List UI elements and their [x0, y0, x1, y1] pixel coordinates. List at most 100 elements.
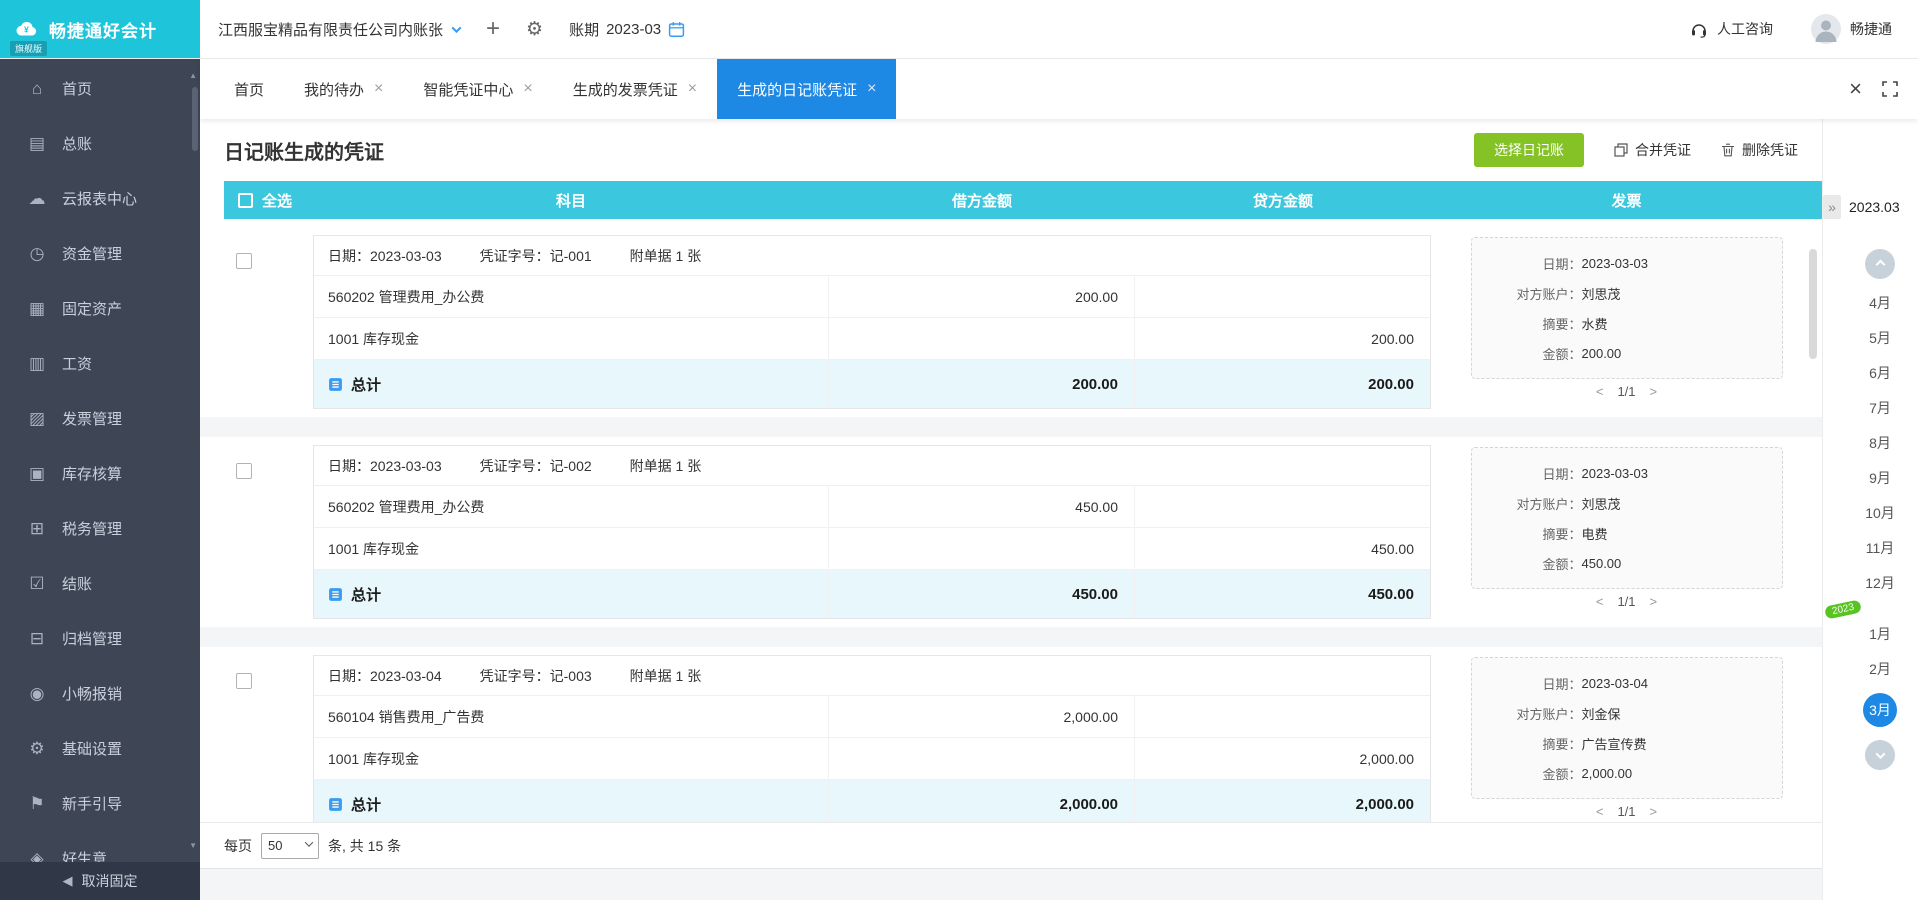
pager-next-icon[interactable]: >: [1650, 384, 1658, 399]
voucher-date: 2023-03-03: [370, 458, 442, 474]
invoice-pager: < 1/1 >: [1596, 594, 1657, 609]
sidebar-scroll-down-icon[interactable]: ▼: [189, 841, 197, 850]
month-item-10[interactable]: 10月: [1865, 502, 1895, 524]
voucher-line: 1001 库存现金 450.00: [314, 528, 1430, 570]
sidebar-item-basic-settings[interactable]: ⚙基础设置: [0, 721, 200, 776]
close-tab-icon[interactable]: ×: [688, 81, 697, 97]
merge-voucher-button[interactable]: 合并凭证: [1614, 140, 1691, 160]
tab-generated-journal-vouchers[interactable]: 生成的日记账凭证×: [717, 59, 896, 119]
add-account-button[interactable]: +: [486, 17, 500, 41]
month-item-11[interactable]: 11月: [1866, 537, 1895, 559]
column-invoice: 发票: [1431, 190, 1822, 211]
invoice-column: 日期：2023-03-03 对方账户：刘思茂 摘要：电费 金额：450.00 <…: [1431, 445, 1822, 609]
pager-prev-icon[interactable]: <: [1596, 594, 1604, 609]
strip-expand-icon[interactable]: »: [1823, 195, 1841, 219]
close-tab-icon[interactable]: ×: [374, 81, 383, 97]
close-tab-icon[interactable]: ×: [867, 81, 876, 97]
voucher-line: 1001 库存现金 2,000.00: [314, 738, 1430, 780]
months-scroll-up-button[interactable]: [1865, 249, 1895, 279]
username[interactable]: 畅捷通: [1850, 19, 1892, 39]
month-item-5[interactable]: 5月: [1869, 327, 1891, 349]
total-debit: 200.00: [828, 360, 1134, 408]
pager-prev-icon[interactable]: <: [1596, 804, 1604, 819]
sidebar-item-payroll[interactable]: ▥工资: [0, 336, 200, 391]
select-all-checkbox[interactable]: [238, 193, 253, 208]
month-item-9[interactable]: 9月: [1869, 467, 1891, 489]
content-scrollbar[interactable]: [1809, 249, 1817, 359]
gear-icon[interactable]: ⚙: [526, 18, 543, 41]
voucher-attachments: 附单据 1 张: [630, 456, 702, 476]
sidebar-item-tax-management[interactable]: ⊞税务管理: [0, 501, 200, 556]
month-item-7[interactable]: 7月: [1869, 397, 1891, 419]
close-all-tabs-icon[interactable]: ×: [1849, 78, 1862, 100]
sidebar-item-cloud-report-center[interactable]: ☁云报表中心: [0, 171, 200, 226]
accounting-period: 账期 2023-03: [569, 19, 685, 40]
sidebar-item-home[interactable]: ⌂首页: [0, 61, 200, 116]
credit-amount: 200.00: [1134, 318, 1430, 359]
tab-smart-voucher-center[interactable]: 智能凭证中心×: [403, 59, 552, 119]
voucher-group-3: 日期：2023-03-04 凭证字号：记-003 附单据 1 张 560104 …: [200, 647, 1822, 822]
calendar-icon[interactable]: [668, 21, 685, 38]
voucher-checkbox[interactable]: [236, 253, 252, 269]
pager-next-icon[interactable]: >: [1650, 804, 1658, 819]
sidebar: ⌂首页 ▤总账 ☁云报表中心 ◷资金管理 ▦固定资产 ▥工资 ▨发票管理 ▣库存…: [0, 59, 200, 900]
column-credit: 贷方金额: [1135, 190, 1431, 211]
page-content: 日记账生成的凭证 选择日记账 合并凭证: [200, 119, 1822, 900]
sidebar-scrollbar[interactable]: [192, 87, 198, 151]
months-scroll-down-button[interactable]: [1865, 740, 1895, 770]
voucher-group-2: 日期：2023-03-03 凭证字号：记-002 附单据 1 张 560202 …: [200, 437, 1822, 627]
delete-voucher-button[interactable]: 删除凭证: [1721, 140, 1798, 160]
voucher-card: 日期：2023-03-03 凭证字号：记-001 附单据 1 张 560202 …: [313, 235, 1431, 409]
sidebar-item-archive-management[interactable]: ⊟归档管理: [0, 611, 200, 666]
tab-my-todo[interactable]: 我的待办×: [284, 59, 403, 119]
month-item-4[interactable]: 4月: [1869, 292, 1891, 314]
per-page-select[interactable]: 50: [261, 833, 319, 859]
pagination-footer: 每页 50 条, 共 15 条: [200, 822, 1822, 868]
voucher-checkbox[interactable]: [236, 673, 252, 689]
invoice-panel: 日期：2023-03-03 对方账户：刘思茂 摘要：水费 金额：200.00: [1471, 237, 1783, 379]
payroll-icon: ▥: [26, 354, 48, 374]
sidebar-item-beginner-guide[interactable]: ⚑新手引导: [0, 776, 200, 831]
tab-generated-invoice-vouchers[interactable]: 生成的发票凭证×: [553, 59, 717, 119]
close-tab-icon[interactable]: ×: [523, 81, 532, 97]
pager-value: 1/1: [1617, 594, 1635, 609]
voucher-group-1: 日期：2023-03-03 凭证字号：记-001 附单据 1 张 560202 …: [200, 227, 1822, 417]
unpin-button[interactable]: ◀ 取消固定: [0, 862, 200, 900]
sidebar-scroll-up-icon[interactable]: ▲: [189, 71, 197, 80]
month-item-1[interactable]: 1月: [1869, 623, 1891, 645]
sidebar-item-funds-management[interactable]: ◷资金管理: [0, 226, 200, 281]
voucher-line: 560202 管理费用_办公费 200.00: [314, 276, 1430, 318]
avatar[interactable]: [1811, 14, 1841, 44]
sidebar-item-invoice-management[interactable]: ▨发票管理: [0, 391, 200, 446]
sidebar-item-closing[interactable]: ☑结账: [0, 556, 200, 611]
home-icon: ⌂: [26, 79, 48, 99]
period-value: 2023-03: [606, 21, 661, 38]
voucher-checkbox[interactable]: [236, 463, 252, 479]
company-selector[interactable]: 江西服宝精品有限责任公司内账张: [200, 19, 460, 40]
sidebar-item-inventory-accounting[interactable]: ▣库存核算: [0, 446, 200, 501]
voucher-attachments: 附单据 1 张: [630, 666, 702, 686]
tab-home[interactable]: 首页: [214, 59, 284, 119]
pager-next-icon[interactable]: >: [1650, 594, 1658, 609]
current-period-label: 2023.03: [1849, 199, 1900, 215]
month-item-2[interactable]: 2月: [1869, 658, 1891, 680]
voucher-card-header: 日期：2023-03-03 凭证字号：记-001 附单据 1 张: [314, 236, 1430, 276]
month-item-6[interactable]: 6月: [1869, 362, 1891, 384]
month-item-3-active[interactable]: 3月: [1863, 693, 1897, 727]
credit-amount: [1134, 486, 1430, 527]
sidebar-item-general-ledger[interactable]: ▤总账: [0, 116, 200, 171]
sidebar-item-fixed-assets[interactable]: ▦固定资产: [0, 281, 200, 336]
month-item-12[interactable]: 12月: [1865, 572, 1895, 594]
support-link[interactable]: 人工咨询: [1717, 19, 1773, 39]
voucher-date: 2023-03-03: [370, 248, 442, 264]
pager-value: 1/1: [1617, 804, 1635, 819]
topbar-right: 人工咨询 畅捷通: [1690, 14, 1918, 44]
invoice-party: 刘思茂: [1582, 494, 1621, 513]
select-journal-button[interactable]: 选择日记账: [1474, 133, 1584, 167]
sidebar-item-xiaochang-expense[interactable]: ◉小畅报销: [0, 666, 200, 721]
pager-prev-icon[interactable]: <: [1596, 384, 1604, 399]
fullscreen-icon[interactable]: [1882, 81, 1898, 97]
top-bar: ¥ 畅捷通好会计 旗舰版 江西服宝精品有限责任公司内账张 + ⚙ 账期 2023…: [0, 0, 1918, 59]
month-item-8[interactable]: 8月: [1869, 432, 1891, 454]
expense-icon: ◉: [26, 684, 48, 704]
